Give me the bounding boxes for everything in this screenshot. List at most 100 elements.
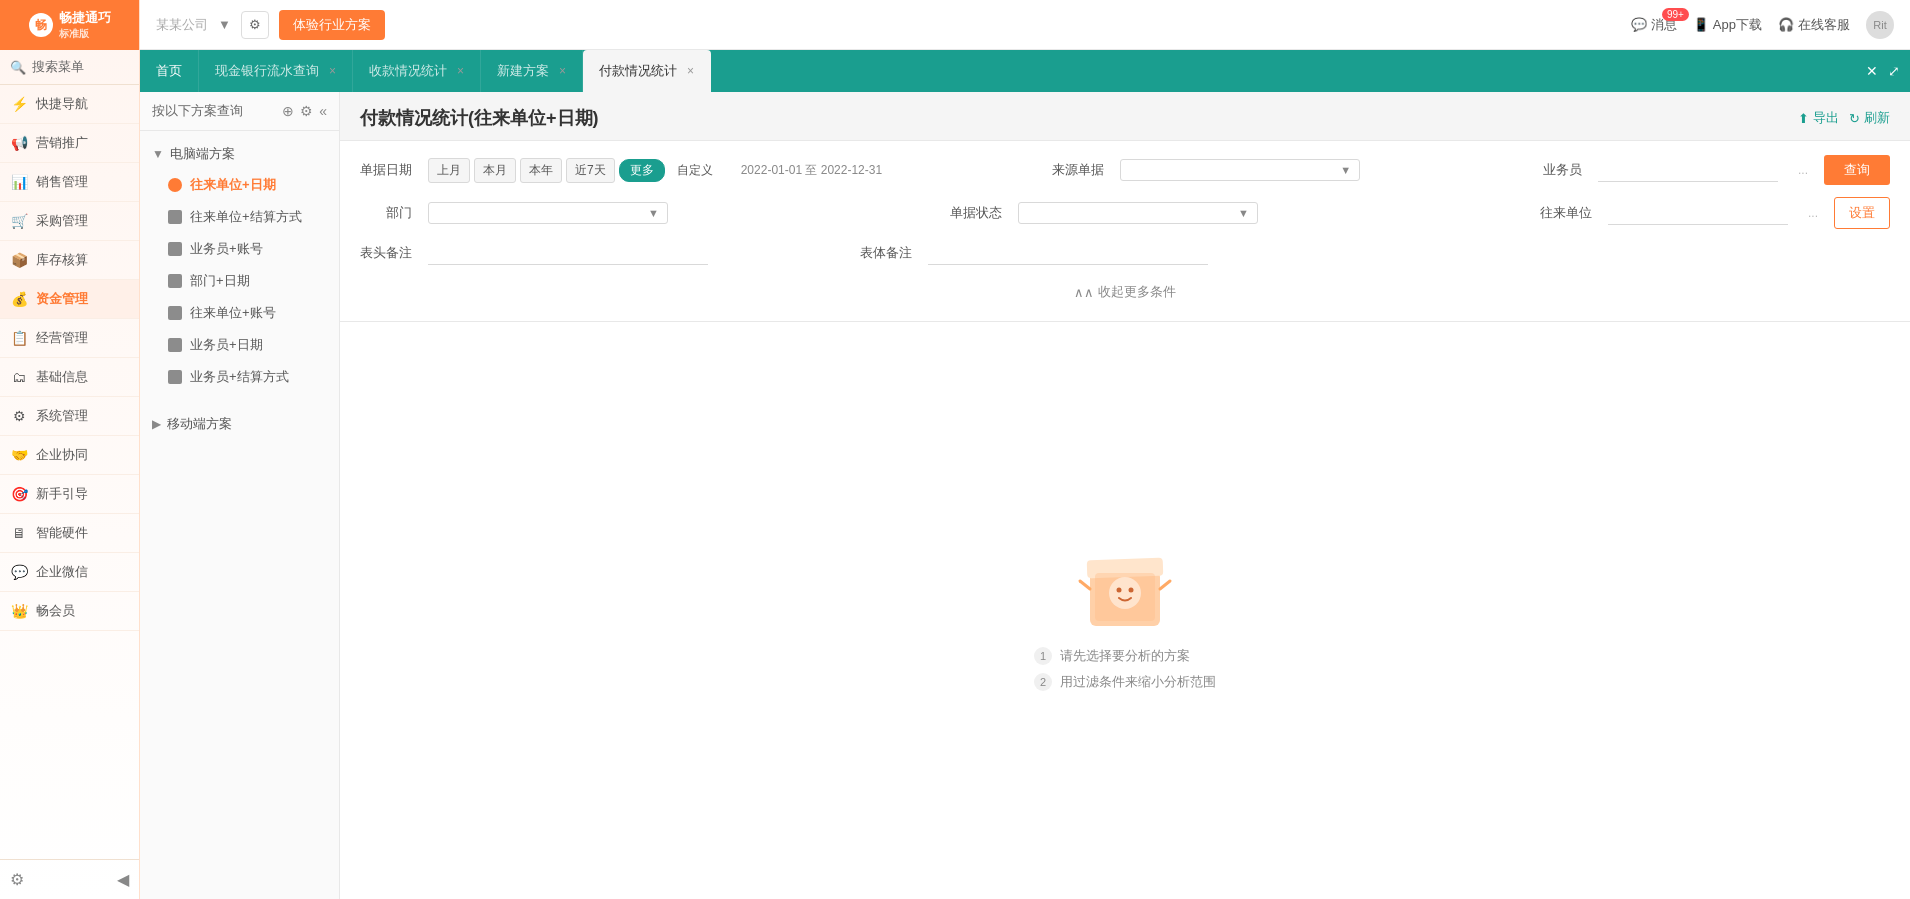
sidebar-item-weixin[interactable]: 💬 企业微信 (0, 553, 139, 592)
hint-text-2: 用过滤条件来缩小分析范围 (1060, 673, 1216, 691)
header-note-input[interactable] (428, 241, 708, 265)
settings-icon[interactable]: ⚙ (241, 11, 269, 39)
sidebar-item-finance[interactable]: 💰 资金管理 (0, 280, 139, 319)
sidebar-item-enterprise[interactable]: 🤝 企业协同 (0, 436, 139, 475)
scheme-item-dept-date[interactable]: 部门+日期 (140, 265, 339, 297)
mobile-scheme-title[interactable]: ▶ 移动端方案 (140, 409, 339, 439)
date-btn-more[interactable]: 更多 (619, 159, 665, 182)
staff-account-icon (168, 242, 182, 256)
finance-label: 资金管理 (36, 290, 88, 308)
new-plan-tab-close[interactable]: × (559, 65, 566, 77)
purchase-icon: 🛒 (10, 212, 28, 230)
scheme-item-partner-account[interactable]: 往来单位+账号 (140, 297, 339, 329)
settings-button[interactable]: 设置 (1834, 197, 1890, 229)
finance-icon: 💰 (10, 290, 28, 308)
doc-status-select[interactable]: ▼ (1018, 202, 1258, 224)
date-btn-7days[interactable]: 近7天 (566, 158, 615, 183)
export-icon: ⬆ (1798, 111, 1809, 126)
dept-select[interactable]: ▼ (428, 202, 668, 224)
staff-settle-icon (168, 370, 182, 384)
bottom-settings-icon[interactable]: ⚙ (10, 870, 24, 889)
collapse-more-btn[interactable]: ∧∧ 收起更多条件 (360, 277, 1890, 307)
staff-account-label: 业务员+账号 (190, 240, 263, 258)
empty-hint-1: 1 请先选择要分析的方案 (1034, 647, 1216, 665)
sidebar-item-purchase[interactable]: 🛒 采购管理 (0, 202, 139, 241)
payment-tab-label: 付款情况统计 (599, 62, 677, 80)
page-title: 付款情况统计(往来单位+日期) (360, 106, 599, 130)
collapse-arrow-icon: ∧∧ (1074, 285, 1094, 300)
weixin-label: 企业微信 (36, 563, 88, 581)
query-button[interactable]: 查询 (1824, 155, 1890, 185)
message-action[interactable]: 💬 消息 99+ (1631, 16, 1677, 34)
date-range-text: 2022-01-01 至 2022-12-31 (741, 162, 882, 179)
topbar-logo-area: 某某公司 (156, 16, 208, 34)
main-area: 某某公司 ▼ ⚙ 体验行业方案 💬 消息 99+ 📱 App下载 🎧 在线客服 … (140, 0, 1910, 899)
pc-scheme-title[interactable]: ▼ 电脑端方案 (140, 139, 339, 169)
online-service-action[interactable]: 🎧 在线客服 (1778, 16, 1850, 34)
tab-receipt[interactable]: 收款情况统计 × (353, 50, 481, 92)
sidebar-item-inventory[interactable]: 📦 库存核算 (0, 241, 139, 280)
partner-account-icon (168, 306, 182, 320)
app-label: App下载 (1713, 16, 1762, 34)
empty-state: 1 请先选择要分析的方案 2 用过滤条件来缩小分析范围 (1034, 531, 1216, 691)
bank-tab-close[interactable]: × (329, 65, 336, 77)
refresh-button[interactable]: ↻ 刷新 (1849, 109, 1890, 127)
tab-home[interactable]: 首页 (140, 50, 199, 92)
operations-icon: 📋 (10, 329, 28, 347)
svg-point-5 (1129, 587, 1134, 592)
tab-close-all-icon[interactable]: ✕ (1866, 63, 1878, 79)
date-btn-custom[interactable]: 自定义 (669, 159, 721, 182)
svg-point-3 (1109, 577, 1141, 609)
app-download-action[interactable]: 📱 App下载 (1693, 16, 1762, 34)
staff-input[interactable] (1598, 158, 1778, 182)
tab-new-plan[interactable]: 新建方案 × (481, 50, 583, 92)
date-btn-last-month[interactable]: 上月 (428, 158, 470, 183)
sidebar-item-operations[interactable]: 📋 经营管理 (0, 319, 139, 358)
pc-section-label: 电脑端方案 (170, 145, 235, 163)
receipt-tab-close[interactable]: × (457, 65, 464, 77)
add-scheme-icon[interactable]: ⊕ (282, 103, 294, 119)
sidebar-item-system[interactable]: ⚙ 系统管理 (0, 397, 139, 436)
tab-bar: 首页 现金银行流水查询 × 收款情况统计 × 新建方案 × 付款情况统计 × ✕… (140, 50, 1910, 92)
source-select[interactable]: ▼ (1120, 159, 1360, 181)
newbie-label: 新手引导 (36, 485, 88, 503)
body-note-input[interactable] (928, 241, 1208, 265)
logo-icon: 畅 (29, 13, 53, 37)
staff-filter-label: 业务员 (1530, 161, 1582, 179)
user-avatar[interactable]: Rit (1866, 11, 1894, 39)
scheme-item-staff-date[interactable]: 业务员+日期 (140, 329, 339, 361)
tab-bank[interactable]: 现金银行流水查询 × (199, 50, 353, 92)
payment-tab-close[interactable]: × (687, 65, 694, 77)
scheme-item-partner-settle[interactable]: 往来单位+结算方式 (140, 201, 339, 233)
sidebar-item-hardware[interactable]: 🖥 智能硬件 (0, 514, 139, 553)
sidebar-item-sales[interactable]: 📊 销售管理 (0, 163, 139, 202)
sidebar-item-marketing[interactable]: 📢 营销推广 (0, 124, 139, 163)
trial-button[interactable]: 体验行业方案 (279, 10, 385, 40)
mobile-expand-arrow: ▶ (152, 417, 161, 431)
scheme-item-partner-date[interactable]: 往来单位+日期 (140, 169, 339, 201)
date-buttons: 上月 本月 本年 近7天 更多 自定义 (428, 158, 721, 183)
scheme-collapse-icon[interactable]: « (319, 103, 327, 119)
date-btn-this-month[interactable]: 本月 (474, 158, 516, 183)
enterprise-icon: 🤝 (10, 446, 28, 464)
scheme-item-staff-account[interactable]: 业务员+账号 (140, 233, 339, 265)
sidebar-search[interactable]: 🔍 搜索菜单 (0, 50, 139, 85)
partner-input[interactable] (1608, 201, 1788, 225)
sidebar-item-quick-nav[interactable]: ⚡ 快捷导航 (0, 85, 139, 124)
search-label: 搜索菜单 (32, 58, 84, 76)
bottom-collapse-icon[interactable]: ◀ (117, 870, 129, 889)
sidebar-item-newbie[interactable]: 🎯 新手引导 (0, 475, 139, 514)
new-plan-tab-label: 新建方案 (497, 62, 549, 80)
expand-icon[interactable]: ▼ (218, 17, 231, 32)
tab-maximize-icon[interactable]: ⤢ (1888, 63, 1900, 79)
hardware-label: 智能硬件 (36, 524, 88, 542)
export-button[interactable]: ⬆ 导出 (1798, 109, 1839, 127)
date-btn-this-year[interactable]: 本年 (520, 158, 562, 183)
sidebar-item-basic-info[interactable]: 🗂 基础信息 (0, 358, 139, 397)
pc-scheme-section: ▼ 电脑端方案 往来单位+日期 往来单位+结算方式 业务员+账号 (140, 131, 339, 401)
scheme-settings-icon[interactable]: ⚙ (300, 103, 313, 119)
scheme-item-staff-settle[interactable]: 业务员+结算方式 (140, 361, 339, 393)
tab-payment[interactable]: 付款情况统计 × (583, 50, 711, 92)
inventory-icon: 📦 (10, 251, 28, 269)
sidebar-item-member[interactable]: 👑 畅会员 (0, 592, 139, 631)
